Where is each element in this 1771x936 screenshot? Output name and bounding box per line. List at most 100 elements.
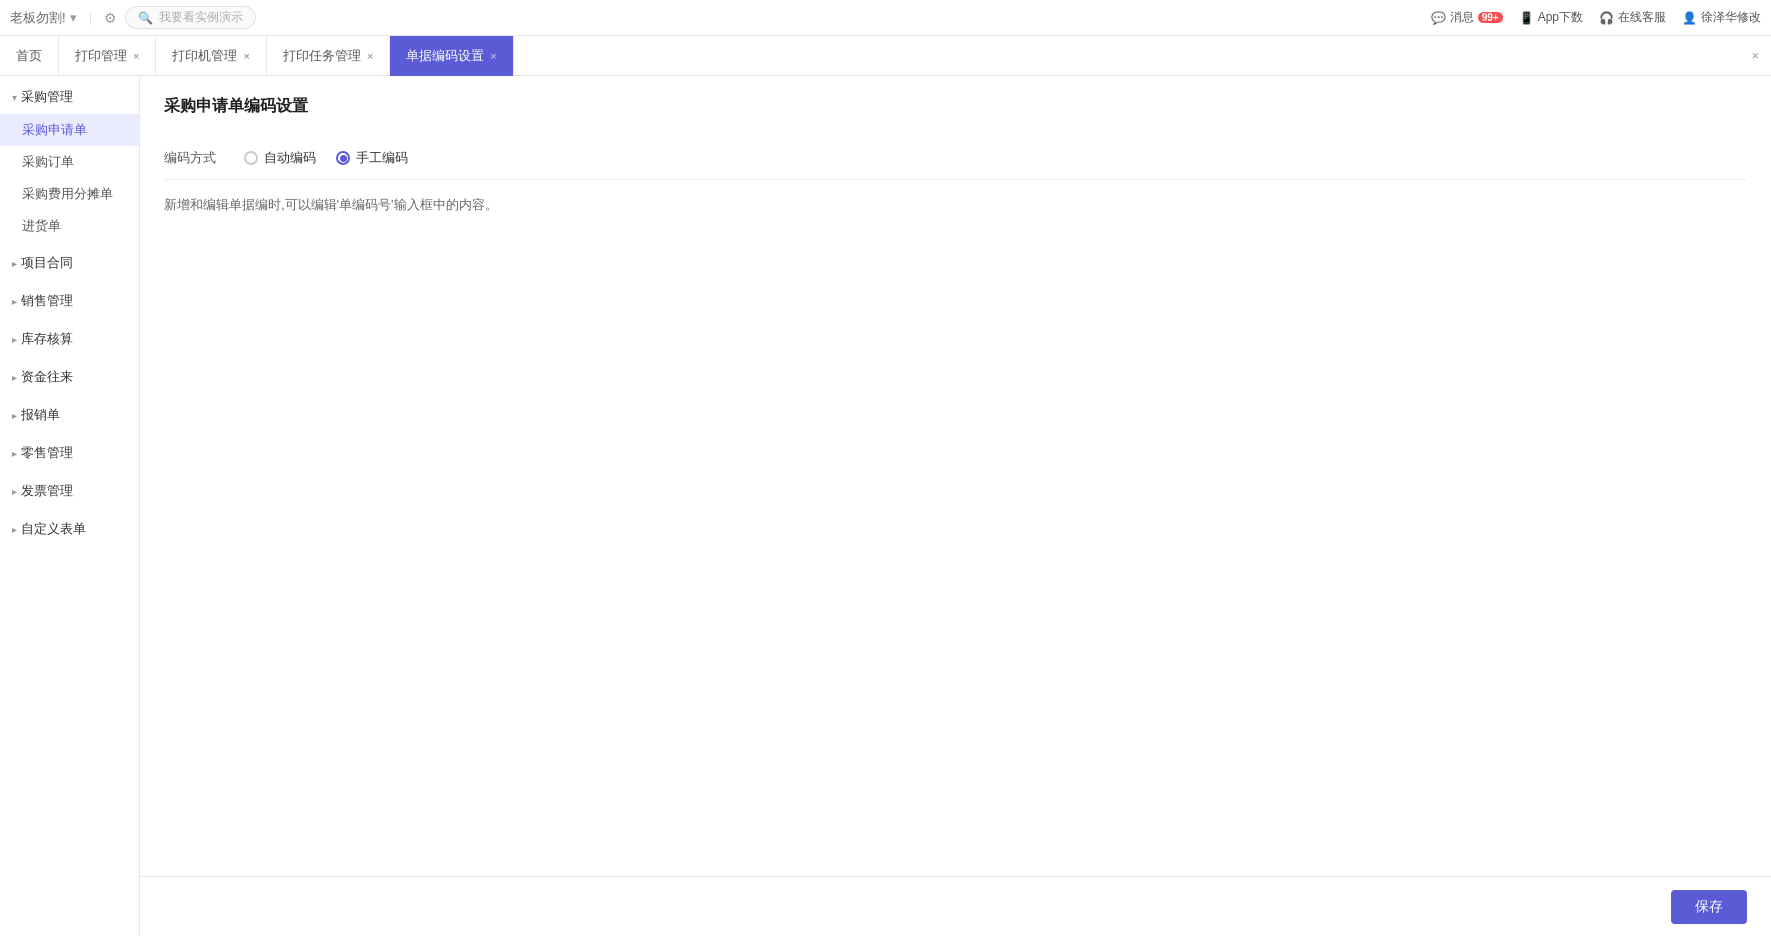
msg-label: 消息 <box>1450 9 1474 26</box>
sidebar-group-project-contract-label: 项目合同 <box>21 254 73 272</box>
chevron-right-icon5: ▸ <box>12 410 17 421</box>
save-button[interactable]: 保存 <box>1671 890 1747 924</box>
sidebar-item-purchase-expense[interactable]: 采购费用分摊单 <box>0 178 139 210</box>
app-label: App下数 <box>1538 9 1583 26</box>
tab-print-mgmt-label: 打印管理 <box>75 47 127 65</box>
auto-coding-radio[interactable]: 自动编码 <box>244 149 316 167</box>
sidebar-group-invoice-title[interactable]: ▸ 发票管理 <box>0 474 139 508</box>
sidebar-group-invoice-label: 发票管理 <box>21 482 73 500</box>
chevron-right-icon2: ▸ <box>12 296 17 307</box>
manual-coding-circle <box>336 151 350 165</box>
sidebar-item-purchase-request[interactable]: 采购申请单 <box>0 114 139 146</box>
tab-print-mgmt-close[interactable]: × <box>133 50 139 62</box>
sidebar-group-return-title[interactable]: ▸ 报销单 <box>0 398 139 432</box>
sidebar-group-custom-form: ▸ 自定义表单 <box>0 512 139 546</box>
sidebar-group-fund: ▸ 资金往来 <box>0 360 139 394</box>
tab-bar: 首页 打印管理 × 打印机管理 × 打印任务管理 × 单据编码设置 × × <box>0 36 1771 76</box>
close-all-button[interactable]: × <box>1739 48 1771 63</box>
service-label: 在线客服 <box>1618 9 1666 26</box>
user-name: 徐泽华修改 <box>1701 9 1761 26</box>
sidebar-group-retail: ▸ 零售管理 <box>0 436 139 470</box>
chevron-right-icon4: ▸ <box>12 372 17 383</box>
dropdown-icon[interactable]: ▾ <box>70 10 77 25</box>
sidebar-group-sales-title[interactable]: ▸ 销售管理 <box>0 284 139 318</box>
sidebar-group-inventory-title[interactable]: ▸ 库存核算 <box>0 322 139 356</box>
msg-badge: 99+ <box>1478 12 1503 23</box>
msg-button[interactable]: 💬 消息 99+ <box>1431 9 1503 26</box>
search-text: 我要看实例演示 <box>159 9 243 26</box>
chevron-down-icon: ▾ <box>12 92 17 103</box>
tab-single-code[interactable]: 单据编码设置 × <box>390 36 513 76</box>
sidebar-group-purchase-title[interactable]: ▾ 采购管理 <box>0 80 139 114</box>
app-logo: 老板勿割! ▾ <box>10 9 77 27</box>
chevron-right-icon: ▸ <box>12 258 17 269</box>
main-layout: ▾ 采购管理 采购申请单 采购订单 采购费用分摊单 进货单 ▸ 项目合同 <box>0 76 1771 936</box>
top-bar-right: 💬 消息 99+ 📱 App下数 🎧 在线客服 👤 徐泽华修改 <box>1431 9 1761 26</box>
tab-print-task[interactable]: 打印任务管理 × <box>267 36 390 76</box>
logo-text: 老板勿割! <box>10 9 66 27</box>
sidebar-group-invoice: ▸ 发票管理 <box>0 474 139 508</box>
online-service-button[interactable]: 🎧 在线客服 <box>1599 9 1666 26</box>
tab-printer-mgmt-label: 打印机管理 <box>172 47 237 65</box>
sidebar-group-retail-label: 零售管理 <box>21 444 73 462</box>
hint-text: 新增和编辑单据编时,可以编辑'单编码号'输入框中的内容。 <box>164 180 1747 230</box>
sidebar-group-purchase: ▾ 采购管理 采购申请单 采购订单 采购费用分摊单 进货单 <box>0 80 139 242</box>
content-area: 采购申请单编码设置 编码方式 自动编码 手工编码 <box>140 76 1771 936</box>
user-profile[interactable]: 👤 徐泽华修改 <box>1682 9 1761 26</box>
chevron-right-icon8: ▸ <box>12 524 17 535</box>
content-main: 采购申请单编码设置 编码方式 自动编码 手工编码 <box>140 76 1771 876</box>
top-bar: 老板勿割! ▾ | ⚙ 🔍 我要看实例演示 💬 消息 99+ 📱 App下数 🎧… <box>0 0 1771 36</box>
sidebar-group-project-contract-title[interactable]: ▸ 项目合同 <box>0 246 139 280</box>
settings-icon[interactable]: ⚙ <box>104 10 117 26</box>
sidebar-group-inventory-label: 库存核算 <box>21 330 73 348</box>
sidebar-item-stock-in-label: 进货单 <box>22 218 61 233</box>
tab-home[interactable]: 首页 <box>0 36 59 76</box>
sidebar-group-custom-form-label: 自定义表单 <box>21 520 86 538</box>
sidebar-group-sales-label: 销售管理 <box>21 292 73 310</box>
auto-coding-circle <box>244 151 258 165</box>
sidebar-item-purchase-request-label: 采购申请单 <box>22 122 87 137</box>
tab-print-task-close[interactable]: × <box>367 50 373 62</box>
tab-print-mgmt[interactable]: 打印管理 × <box>59 36 156 76</box>
sidebar-group-fund-title[interactable]: ▸ 资金往来 <box>0 360 139 394</box>
tab-single-code-label: 单据编码设置 <box>406 47 484 65</box>
service-icon: 🎧 <box>1599 11 1614 25</box>
tab-single-code-close[interactable]: × <box>490 50 496 62</box>
tab-printer-mgmt-close[interactable]: × <box>243 50 249 62</box>
app-download-button[interactable]: 📱 App下数 <box>1519 9 1583 26</box>
content-footer: 保存 <box>140 876 1771 936</box>
sidebar-group-purchase-label: 采购管理 <box>21 88 73 106</box>
tab-home-label: 首页 <box>16 47 42 65</box>
sidebar-group-return: ▸ 报销单 <box>0 398 139 432</box>
chevron-right-icon6: ▸ <box>12 448 17 459</box>
search-icon: 🔍 <box>138 11 153 25</box>
tab-printer-mgmt[interactable]: 打印机管理 × <box>156 36 266 76</box>
sidebar-group-project-contract: ▸ 项目合同 <box>0 246 139 280</box>
chevron-right-icon7: ▸ <box>12 486 17 497</box>
manual-coding-radio[interactable]: 手工编码 <box>336 149 408 167</box>
sidebar-group-retail-title[interactable]: ▸ 零售管理 <box>0 436 139 470</box>
sidebar-item-stock-in[interactable]: 进货单 <box>0 210 139 242</box>
msg-icon: 💬 <box>1431 11 1446 25</box>
user-icon: 👤 <box>1682 11 1697 25</box>
radio-group: 自动编码 手工编码 <box>244 149 408 167</box>
manual-coding-label: 手工编码 <box>356 149 408 167</box>
page-title: 采购申请单编码设置 <box>164 96 1747 117</box>
chevron-right-icon3: ▸ <box>12 334 17 345</box>
sidebar-item-purchase-expense-label: 采购费用分摊单 <box>22 186 113 201</box>
sidebar: ▾ 采购管理 采购申请单 采购订单 采购费用分摊单 进货单 ▸ 项目合同 <box>0 76 140 936</box>
sidebar-item-purchase-order[interactable]: 采购订单 <box>0 146 139 178</box>
tab-print-task-label: 打印任务管理 <box>283 47 361 65</box>
sidebar-group-return-label: 报销单 <box>21 406 60 424</box>
sidebar-group-inventory: ▸ 库存核算 <box>0 322 139 356</box>
search-bar[interactable]: 🔍 我要看实例演示 <box>125 6 256 29</box>
sidebar-group-fund-label: 资金往来 <box>21 368 73 386</box>
coding-row: 编码方式 自动编码 手工编码 <box>164 137 1747 180</box>
sidebar-group-sales: ▸ 销售管理 <box>0 284 139 318</box>
coding-label: 编码方式 <box>164 149 224 167</box>
auto-coding-label: 自动编码 <box>264 149 316 167</box>
sidebar-item-purchase-order-label: 采购订单 <box>22 154 74 169</box>
sidebar-group-custom-form-title[interactable]: ▸ 自定义表单 <box>0 512 139 546</box>
top-bar-left: 老板勿割! ▾ | ⚙ 🔍 我要看实例演示 <box>10 6 256 29</box>
coding-section: 编码方式 自动编码 手工编码 新增和编辑单据编时,可以编辑'单编码号'输入框中的… <box>164 137 1747 230</box>
